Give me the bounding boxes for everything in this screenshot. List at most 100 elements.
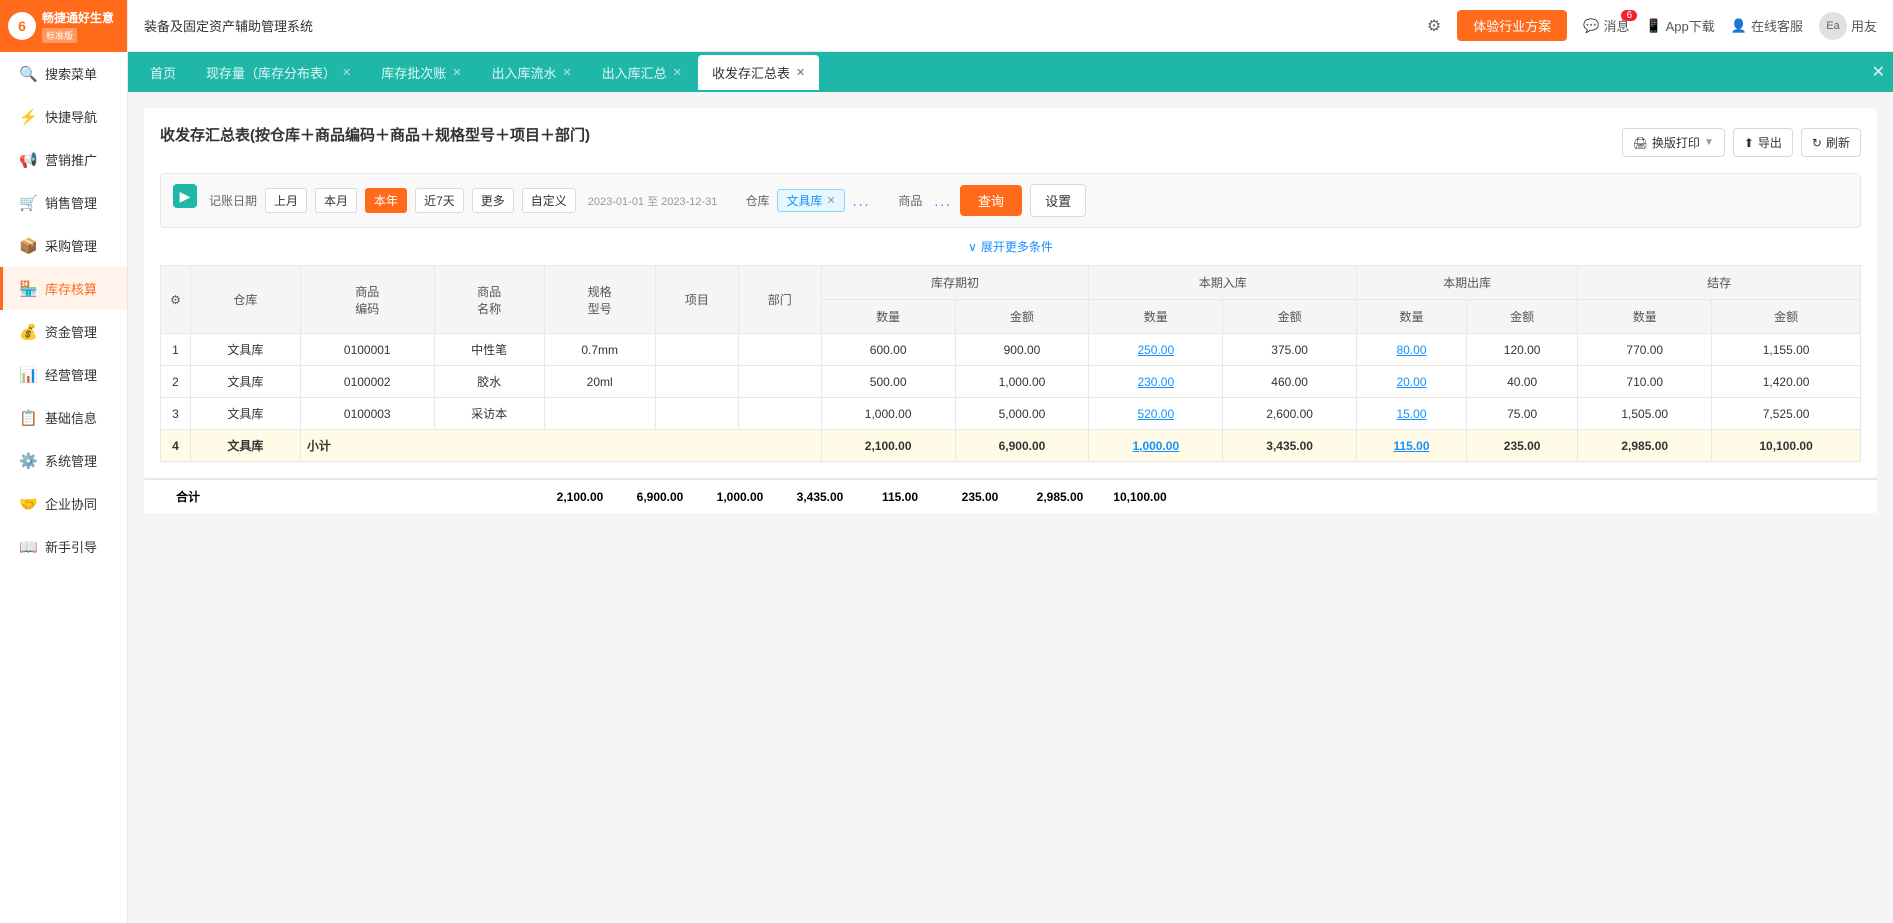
page-card: 收发存汇总表(按仓库＋商品编码＋商品＋规格型号＋项目＋部门) 🖨 换版打印 ▼ … bbox=[144, 108, 1877, 478]
sidebar: 6 畅捷通好生意 标准版 🔍搜索菜单 ⚡ 快捷导航 📢营销推广🛒销售管理📦采购管理🏪库… bbox=[0, 0, 128, 923]
refresh-button[interactable]: ↻ 刷新 bbox=[1801, 128, 1861, 157]
sidebar-item-marketing[interactable]: 📢营销推广 bbox=[0, 138, 127, 181]
cell-in-qty[interactable]: 230.00 bbox=[1089, 366, 1223, 398]
tab-close-inout-summary[interactable]: ✕ bbox=[673, 66, 682, 79]
tab-stock-dist[interactable]: 现存量（库存分布表） ✕ bbox=[192, 55, 365, 90]
expand-more-button[interactable]: ∨ 展开更多条件 bbox=[968, 238, 1053, 255]
subtotal-out-qty-link[interactable]: 115.00 bbox=[1393, 439, 1429, 453]
sidebar-item-basic-info[interactable]: 📋基础信息 bbox=[0, 396, 127, 439]
sidebar-item-purchase[interactable]: 📦采购管理 bbox=[0, 224, 127, 267]
tab-home[interactable]: 首页 bbox=[136, 55, 190, 90]
cell-project bbox=[655, 366, 738, 398]
tab-label-receive-summary: 收发存汇总表 bbox=[712, 63, 790, 82]
tab-inout-flow[interactable]: 出入库流水✕ bbox=[477, 55, 585, 90]
th-opening-amt: 金额 bbox=[955, 300, 1089, 334]
settings-button[interactable]: 设置 bbox=[1030, 184, 1086, 217]
collab-icon: 🤝 bbox=[19, 495, 37, 513]
user-label: 用友 bbox=[1851, 16, 1877, 35]
th-settings[interactable]: ⚙ bbox=[161, 266, 191, 334]
sidebar-item-sales[interactable]: 🛒销售管理 bbox=[0, 181, 127, 224]
cell-balance-qty: 770.00 bbox=[1578, 334, 1712, 366]
tab-inout-summary[interactable]: 出入库汇总✕ bbox=[588, 55, 696, 90]
in-qty-link[interactable]: 230.00 bbox=[1137, 375, 1174, 389]
tab-close-inout-flow[interactable]: ✕ bbox=[563, 66, 572, 79]
filter-toggle-button[interactable]: ▶ bbox=[173, 184, 197, 208]
in-qty-link[interactable]: 520.00 bbox=[1137, 407, 1174, 421]
phone-icon: 📱 bbox=[1645, 18, 1661, 34]
cell-spec: 20ml bbox=[544, 366, 655, 398]
cell-dept bbox=[738, 334, 821, 366]
sidebar-label-guide: 新手引导 bbox=[45, 537, 97, 556]
warehouse-more-dots[interactable]: ... bbox=[853, 193, 871, 209]
page-title: 收发存汇总表(按仓库＋商品编码＋商品＋规格型号＋项目＋部门) bbox=[160, 124, 590, 145]
online-service-item[interactable]: 👤 在线客服 bbox=[1731, 16, 1803, 35]
th-out-group: 本期出库 bbox=[1357, 266, 1578, 300]
table-settings-icon[interactable]: ⚙ bbox=[170, 293, 181, 307]
th-balance-amt: 金额 bbox=[1712, 300, 1861, 334]
close-all-tabs-button[interactable]: ✕ bbox=[1872, 62, 1885, 82]
cell-out-qty[interactable]: 15.00 bbox=[1357, 398, 1467, 430]
date-btn-7days[interactable]: 近7天 bbox=[415, 188, 464, 213]
sidebar-item-system[interactable]: ⚙️系统管理 bbox=[0, 439, 127, 482]
cell-balance-qty: 1,505.00 bbox=[1578, 398, 1712, 430]
user-item[interactable]: Ea 用友 bbox=[1819, 12, 1877, 40]
subtotal-in-qty[interactable]: 1,000.00 bbox=[1089, 430, 1223, 462]
operations-icon: 📊 bbox=[19, 366, 37, 384]
date-btn-prev-month[interactable]: 上月 bbox=[265, 188, 307, 213]
app-download-item[interactable]: 📱 App下载 bbox=[1645, 16, 1714, 35]
subtotal-out-qty[interactable]: 115.00 bbox=[1357, 430, 1467, 462]
table-footer: 合计 2,100.00 6,900.00 1,000.00 3,435.00 1… bbox=[144, 478, 1877, 513]
cell-in-qty[interactable]: 520.00 bbox=[1089, 398, 1223, 430]
export-button[interactable]: ⬆ 导出 bbox=[1733, 128, 1793, 157]
tab-label-stock-dist: 现存量（库存分布表） bbox=[206, 63, 336, 82]
sidebar-item-operations[interactable]: 📊经营管理 bbox=[0, 353, 127, 396]
subtotal-in-qty-link[interactable]: 1,000.00 bbox=[1132, 439, 1179, 453]
sidebar-item-inventory[interactable]: 🏪库存核算 bbox=[0, 267, 127, 310]
date-btn-this-month[interactable]: 本月 bbox=[315, 188, 357, 213]
gear-icon[interactable]: ⚙ bbox=[1427, 16, 1441, 36]
sidebar-item-finance[interactable]: 💰资金管理 bbox=[0, 310, 127, 353]
th-opening-qty: 数量 bbox=[821, 300, 955, 334]
cell-in-qty[interactable]: 250.00 bbox=[1089, 334, 1223, 366]
cell-out-qty[interactable]: 20.00 bbox=[1357, 366, 1467, 398]
sidebar-item-guide[interactable]: 📖新手引导 bbox=[0, 525, 127, 568]
goods-filter-label: 商品 bbox=[898, 192, 922, 209]
footer-out-qty: 115.00 bbox=[860, 490, 940, 504]
cell-balance-amt: 1,155.00 bbox=[1712, 334, 1861, 366]
cell-warehouse: 文具库 bbox=[191, 334, 301, 366]
footer-balance-qty: 2,985.00 bbox=[1020, 490, 1100, 504]
logo-icon: 6 bbox=[8, 12, 36, 40]
quick-nav-icon: ⚡ bbox=[19, 108, 37, 126]
date-btn-custom[interactable]: 自定义 bbox=[522, 188, 576, 213]
sidebar-item-search[interactable]: 🔍搜索菜单 bbox=[0, 52, 127, 95]
tab-close-stock-dist[interactable]: ✕ bbox=[342, 66, 351, 79]
th-sku-code: 商品编码 bbox=[300, 266, 434, 334]
query-button[interactable]: 查询 bbox=[960, 185, 1022, 216]
sidebar-label-basic-info: 基础信息 bbox=[45, 408, 97, 427]
out-qty-link[interactable]: 20.00 bbox=[1396, 375, 1426, 389]
in-qty-link[interactable]: 250.00 bbox=[1137, 343, 1174, 357]
sidebar-label-quick-nav: 快捷导航 bbox=[45, 107, 97, 126]
date-btn-more[interactable]: 更多 bbox=[472, 188, 514, 213]
message-icon-item[interactable]: 💬 消息 6 bbox=[1583, 16, 1629, 35]
th-warehouse: 仓库 bbox=[191, 266, 301, 334]
out-qty-link[interactable]: 15.00 bbox=[1396, 407, 1426, 421]
tab-close-batch-ledger[interactable]: ✕ bbox=[452, 66, 461, 79]
print-button[interactable]: 🖨 换版打印 ▼ bbox=[1622, 128, 1725, 157]
page-area: 收发存汇总表(按仓库＋商品编码＋商品＋规格型号＋项目＋部门) 🖨 换版打印 ▼ … bbox=[128, 92, 1893, 923]
date-btn-this-year[interactable]: 本年 bbox=[365, 188, 407, 213]
cell-out-amt: 120.00 bbox=[1466, 334, 1577, 366]
logo-tag: 标准版 bbox=[42, 28, 77, 43]
tab-receive-summary[interactable]: 收发存汇总表 ✕ bbox=[698, 55, 819, 90]
try-industry-button[interactable]: 体验行业方案 bbox=[1457, 10, 1567, 41]
sidebar-item-quick-nav[interactable]: ⚡ 快捷导航 bbox=[0, 95, 127, 138]
goods-more-dots[interactable]: ... bbox=[934, 193, 952, 209]
cell-out-qty[interactable]: 80.00 bbox=[1357, 334, 1467, 366]
sidebar-item-collab[interactable]: 🤝企业协同 bbox=[0, 482, 127, 525]
tab-close-receive-summary[interactable]: ✕ bbox=[796, 66, 805, 79]
tab-batch-ledger[interactable]: 库存批次账✕ bbox=[367, 55, 475, 90]
online-service-label: 在线客服 bbox=[1751, 16, 1803, 35]
out-qty-link[interactable]: 80.00 bbox=[1396, 343, 1426, 357]
sidebar-logo: 6 畅捷通好生意 标准版 bbox=[0, 0, 127, 52]
warehouse-tag-close-icon[interactable]: ✕ bbox=[826, 194, 835, 207]
